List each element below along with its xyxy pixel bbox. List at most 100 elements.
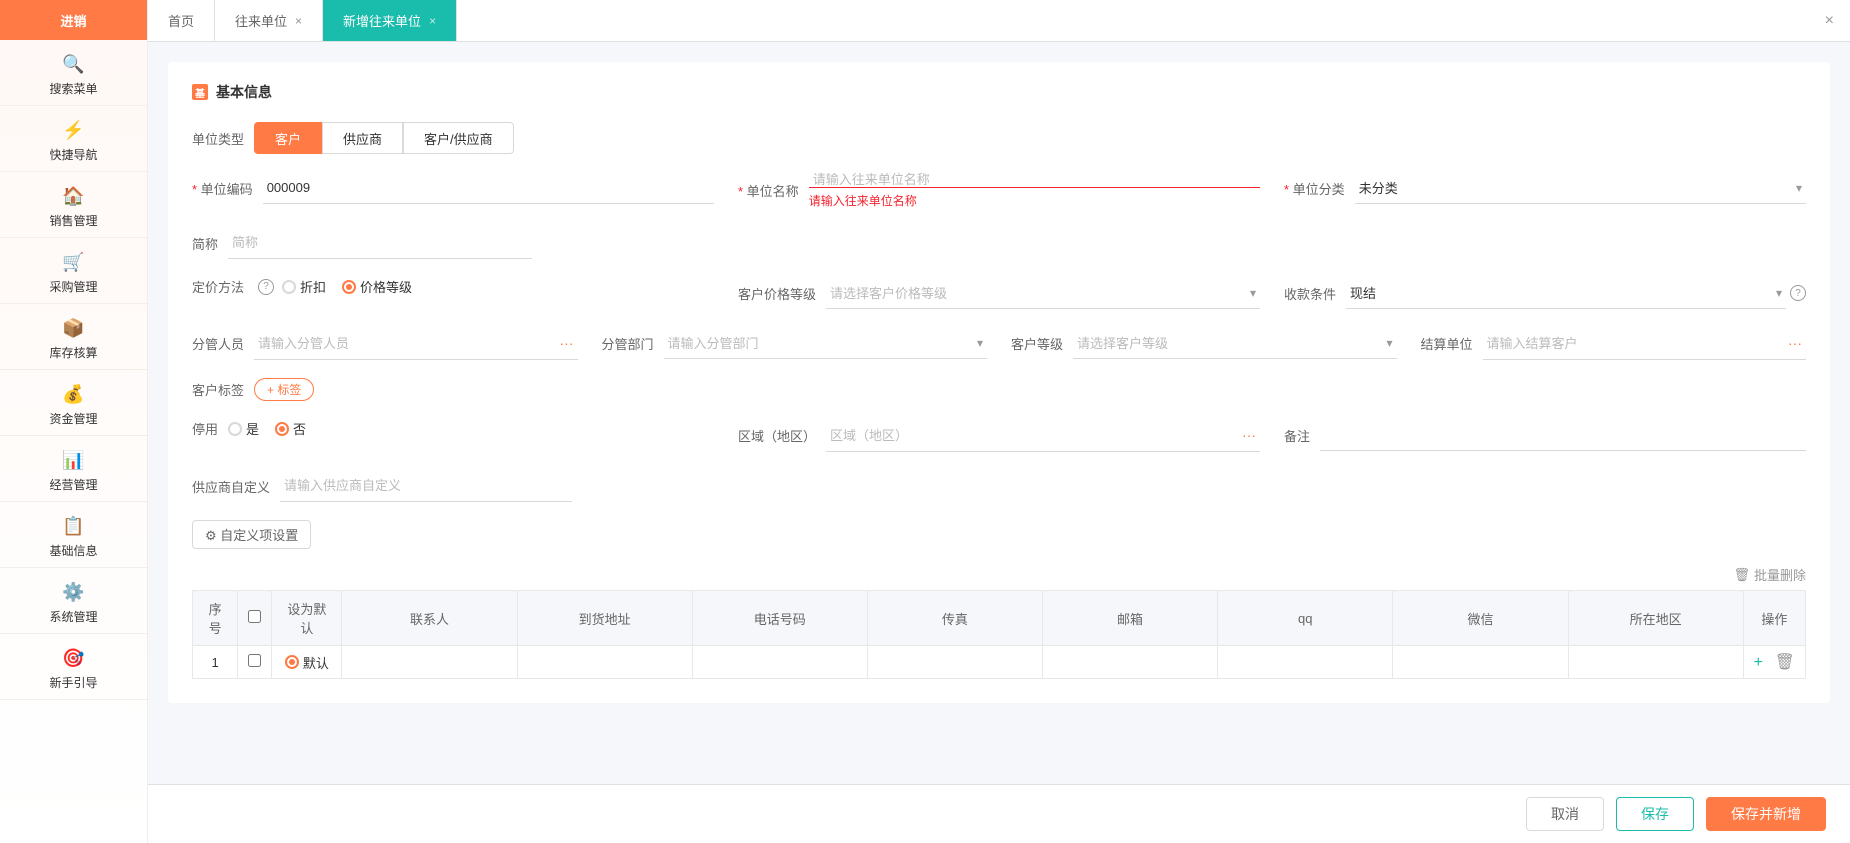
type-btn-both[interactable]: 客户/供应商 <box>403 122 514 154</box>
row-phone[interactable] <box>692 646 867 679</box>
sidebar-item-label: 采购管理 <box>49 278 97 295</box>
payment-terms-help-icon[interactable]: ? <box>1790 285 1806 301</box>
region-input[interactable] <box>826 419 1238 451</box>
disabled-no-radio[interactable] <box>275 422 289 436</box>
main-area: 首页 往来单位 × 新增往来单位 × × 基 基本信息 单位类型 <box>148 0 1850 843</box>
delete-row-btn[interactable]: 🗑 <box>1775 654 1795 671</box>
supplier-custom-row: 供应商自定义 <box>192 470 1806 502</box>
sidebar-item-base-info[interactable]: 📋 基础信息 <box>0 502 147 568</box>
col-region: 所在地区 <box>1568 591 1743 646</box>
row-fax[interactable] <box>867 646 1042 679</box>
unit-name-error: 请输入往来单位名称 <box>809 192 1260 209</box>
custom-settings-btn[interactable]: ⚙ 自定义项设置 <box>192 520 311 549</box>
customer-level-select[interactable]: 请选择客户等级 ▾ <box>1073 327 1396 359</box>
pricing-method-group: 定价方法 ? 折扣 价格等级 <box>192 277 714 296</box>
sidebar-item-purchase[interactable]: 🛒 采购管理 <box>0 238 147 304</box>
qq-input[interactable] <box>1228 655 1382 670</box>
batch-delete-area[interactable]: 🗑 批量删除 <box>192 565 1806 584</box>
sales-icon: 🏠 <box>62 184 86 208</box>
contact-input[interactable] <box>352 655 506 670</box>
type-btn-supplier[interactable]: 供应商 <box>322 122 403 154</box>
row-default: 默认 <box>272 646 342 679</box>
manager-more-btn[interactable]: ··· <box>556 335 578 351</box>
email-input[interactable] <box>1053 655 1207 670</box>
supplier-custom-input[interactable] <box>280 470 572 502</box>
sidebar-item-search[interactable]: 🔍 搜索菜单 <box>0 40 147 106</box>
row-wechat[interactable] <box>1393 646 1568 679</box>
region-table-input[interactable] <box>1579 655 1733 670</box>
disabled-radio-group: 是 否 <box>228 419 306 438</box>
row-qq[interactable] <box>1218 646 1393 679</box>
row-checkbox[interactable] <box>238 646 272 679</box>
sidebar-item-quick-nav[interactable]: ⚡ 快捷导航 <box>0 106 147 172</box>
settlement-unit-more-btn[interactable]: ··· <box>1784 335 1806 351</box>
remark-input[interactable] <box>1320 419 1806 451</box>
unit-category-label: 单位分类 <box>1284 179 1345 198</box>
disabled-yes[interactable]: 是 <box>228 419 259 438</box>
disabled-group: 停用 是 否 <box>192 419 714 438</box>
unit-code-label: 单位编码 <box>192 179 253 198</box>
add-tag-btn[interactable]: + 标签 <box>254 378 314 401</box>
address-input[interactable] <box>528 655 682 670</box>
select-all-checkbox[interactable] <box>248 610 261 623</box>
save-new-button[interactable]: 保存并新增 <box>1706 797 1826 831</box>
region-more-btn[interactable]: ··· <box>1238 427 1260 443</box>
unit-name-input[interactable] <box>809 172 1260 188</box>
region-input-wrap: ··· <box>826 419 1260 452</box>
settlement-unit-input[interactable] <box>1483 327 1784 359</box>
pricing-discount[interactable]: 折扣 <box>282 277 326 296</box>
phone-input[interactable] <box>703 655 857 670</box>
default-radio-circle[interactable] <box>285 655 299 669</box>
customer-level-label: 客户等级 <box>1011 334 1063 353</box>
sidebar-item-label: 库存核算 <box>49 344 97 361</box>
tab-home[interactable]: 首页 <box>148 0 215 41</box>
discount-label: 折扣 <box>300 277 326 296</box>
unit-category-select[interactable]: 未分类 ▾ <box>1355 172 1806 204</box>
close-partner-tab[interactable]: × <box>295 14 302 28</box>
add-row-btn[interactable]: + <box>1754 654 1763 671</box>
short-name-input[interactable] <box>228 227 532 259</box>
unit-name-group: 单位名称 请输入往来单位名称 <box>738 172 1260 209</box>
col-qq: qq <box>1218 591 1393 646</box>
payment-terms-value: 现结 <box>1350 283 1376 302</box>
col-checkbox[interactable] <box>238 591 272 646</box>
disabled-yes-radio[interactable] <box>228 422 242 436</box>
disabled-no[interactable]: 否 <box>275 419 306 438</box>
row-region[interactable] <box>1568 646 1743 679</box>
payment-terms-select[interactable]: 现结 ▾ <box>1346 277 1786 309</box>
tab-new-partner[interactable]: 新增往来单位 × <box>323 0 457 41</box>
discount-radio[interactable] <box>282 280 296 294</box>
row-default-radio[interactable]: 默认 <box>282 653 331 672</box>
sidebar-item-finance[interactable]: 💰 资金管理 <box>0 370 147 436</box>
save-button[interactable]: 保存 <box>1616 797 1694 831</box>
tab-spacer <box>457 0 1809 41</box>
col-phone: 电话号码 <box>692 591 867 646</box>
pricing-help-icon[interactable]: ? <box>258 279 274 295</box>
wechat-input[interactable] <box>1403 655 1557 670</box>
pricing-price-level[interactable]: 价格等级 <box>342 277 412 296</box>
sidebar-item-label: 销售管理 <box>49 212 97 229</box>
type-btn-customer[interactable]: 客户 <box>254 122 322 154</box>
tab-partner[interactable]: 往来单位 × <box>215 0 323 41</box>
row-checkbox-1[interactable] <box>248 654 261 667</box>
fax-input[interactable] <box>878 655 1032 670</box>
customer-price-level-select[interactable]: 请选择客户价格等级 ▾ <box>826 277 1260 309</box>
unit-category-group: 单位分类 未分类 ▾ <box>1284 172 1806 204</box>
manager-input[interactable] <box>254 327 555 359</box>
row-contact[interactable] <box>342 646 517 679</box>
department-select[interactable]: 请输入分管部门 ▾ <box>664 327 987 359</box>
sidebar-item-system[interactable]: ⚙️ 系统管理 <box>0 568 147 634</box>
row-address[interactable] <box>517 646 692 679</box>
cancel-button[interactable]: 取消 <box>1526 797 1604 831</box>
short-name-group: 简称 <box>192 227 532 259</box>
sidebar-item-guide[interactable]: 🎯 新手引导 <box>0 634 147 700</box>
row-email[interactable] <box>1042 646 1217 679</box>
unit-code-input[interactable] <box>263 172 714 204</box>
close-new-partner-tab[interactable]: × <box>429 14 436 28</box>
price-level-radio[interactable] <box>342 280 356 294</box>
sidebar-item-operations[interactable]: 📊 经营管理 <box>0 436 147 502</box>
sidebar-item-inventory[interactable]: 📦 库存核算 <box>0 304 147 370</box>
region-group: 区域（地区） ··· <box>738 419 1260 452</box>
sidebar-item-sales[interactable]: 🏠 销售管理 <box>0 172 147 238</box>
close-all-tabs[interactable]: × <box>1809 0 1850 41</box>
